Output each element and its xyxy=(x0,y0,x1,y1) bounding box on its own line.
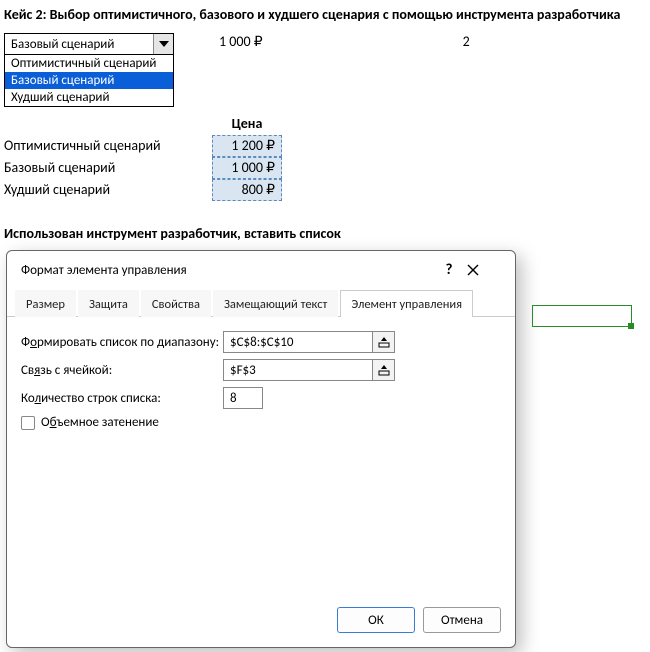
dialog-title: Формат элемента управления xyxy=(21,263,431,278)
combo-item[interactable]: Базовый сценарий xyxy=(5,72,173,89)
tab-alttext[interactable]: Замещающий текст xyxy=(213,290,338,317)
scenario-combo[interactable]: Базовый сценарий Оптимистичный сценарий … xyxy=(4,33,174,107)
dialog-help-button[interactable]: ? xyxy=(431,261,467,279)
dialog-close-button[interactable] xyxy=(467,264,503,276)
tab-size[interactable]: Размер xyxy=(15,290,76,317)
price-cell: 800 ₽ xyxy=(212,179,282,201)
scenario-label: Базовый сценарий xyxy=(4,157,204,179)
range-input[interactable] xyxy=(223,331,373,353)
cancel-button[interactable]: Отмена xyxy=(423,607,501,633)
tab-properties[interactable]: Свойства xyxy=(141,290,211,317)
current-index-value: 2 xyxy=(463,33,470,50)
range-label: Формировать список по диапазону: xyxy=(21,335,223,350)
tab-control[interactable]: Элемент управления xyxy=(340,290,473,317)
chevron-down-icon xyxy=(159,41,169,47)
collapse-icon xyxy=(378,364,390,376)
combo-selected-text: Базовый сценарий xyxy=(5,37,153,52)
shadow-label: Объемное затенение xyxy=(41,415,159,430)
tab-protection[interactable]: Защита xyxy=(78,290,139,317)
rows-input[interactable] xyxy=(223,387,263,409)
combo-list[interactable]: Оптимистичный сценарий Базовый сценарий … xyxy=(4,55,174,107)
close-icon xyxy=(467,264,479,276)
range-ref-button[interactable] xyxy=(373,331,395,353)
shadow-checkbox[interactable] xyxy=(21,416,35,430)
price-cell: 1 000 ₽ xyxy=(212,157,282,179)
price-cell: 1 200 ₽ xyxy=(212,135,282,157)
selected-cell-outline[interactable] xyxy=(532,305,632,327)
collapse-icon xyxy=(378,336,390,348)
combo-item[interactable]: Худший сценарий xyxy=(5,89,173,106)
ok-button[interactable]: ОК xyxy=(337,607,415,633)
link-input[interactable] xyxy=(223,359,373,381)
scenario-label: Худший сценарий xyxy=(4,179,204,201)
price-header: Цена xyxy=(212,113,282,135)
current-price-value: 1 000 ₽ xyxy=(219,33,263,50)
link-label: Связь с ячейкой: xyxy=(21,363,223,378)
format-control-dialog: Формат элемента управления ? Размер Защи… xyxy=(6,250,516,648)
dialog-tabs: Размер Защита Свойства Замещающий текст … xyxy=(7,289,515,317)
scenario-label: Оптимистичный сценарий xyxy=(4,135,204,157)
link-ref-button[interactable] xyxy=(373,359,395,381)
combo-dropdown-button[interactable] xyxy=(153,34,173,54)
rows-label: Количество строк списка: xyxy=(21,391,223,406)
fill-handle[interactable] xyxy=(628,323,634,329)
section-note: Использован инструмент разработчик, вста… xyxy=(4,225,646,242)
case-title: Кейс 2: Выбор оптимистичного, базового и… xyxy=(4,6,646,23)
combo-item[interactable]: Оптимистичный сценарий xyxy=(5,55,173,72)
price-header-spacer xyxy=(4,113,204,135)
